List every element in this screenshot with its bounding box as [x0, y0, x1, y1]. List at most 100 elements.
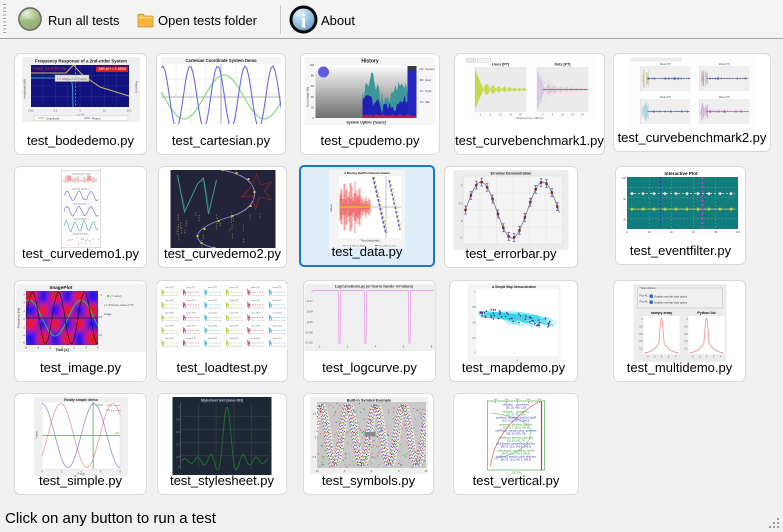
svg-text:Teal (req. Syst...): Teal (req. Syst...) [73, 218, 88, 221]
svg-text:LogCurveDemo.py (or how to han: LogCurveDemo.py (or how to handle -inf v… [334, 285, 412, 289]
svg-text:Lines (PT): Lines (PT) [229, 313, 239, 315]
svg-text:Y-axis: Y-axis [34, 431, 38, 439]
svg-text:10: 10 [102, 109, 106, 113]
svg-text:100: 100 [309, 63, 314, 67]
svg-text:Frequency Response of a 2nd-or: Frequency Response of a 2nd-order System [35, 59, 127, 64]
svg-text:0.01: 0.01 [28, 109, 34, 113]
svg-text:Plot #1: Plot #1 [639, 294, 648, 298]
svg-text:[25, 20, 400, 120]: [25, 20, 400, 120] [506, 406, 526, 410]
svg-text:numpy array: numpy array [650, 311, 672, 315]
svg-text:[64.75, 15.5, 541.5, 545.5]: [64.75, 15.5, 541.5, 545.5] [501, 445, 532, 449]
svg-text:1e-108: 1e-108 [305, 331, 313, 334]
svg-text:3dB at f = 1.5558: 3dB at f = 1.5558 [98, 67, 125, 71]
svg-text:1e-27: 1e-27 [306, 300, 313, 303]
svg-text:Elapsed time: 286 ms: Elapsed time: 286 ms [516, 116, 543, 120]
svg-text:1.0 cos(ω·2.02)+φ(ω): 1.0 cos(ω·2.02)+φ(ω) [56, 77, 87, 81]
svg-text:ImagePlot: ImagePlot [49, 285, 72, 291]
svg-text:Values: Values [329, 203, 333, 211]
svg-text:A Simple Map Demonstration: A Simple Map Demonstration [491, 285, 535, 289]
svg-text:Frequency [Hz]: Frequency [Hz] [16, 308, 20, 329]
svg-text:y = cos(x): y = cos(x) [111, 410, 121, 412]
svg-text:-2: -2 [48, 346, 51, 350]
svg-text:Lines (PT): Lines (PT) [165, 313, 175, 315]
svg-text:[64.75, 15.5, 541.5, 545.5]: [64.75, 15.5, 541.5, 545.5] [501, 458, 532, 462]
svg-text:-1.5: -1.5 [97, 333, 102, 337]
svg-text:Data before Syst...: Data before Syst... [72, 233, 89, 236]
svg-text:0.1: 0.1 [53, 109, 57, 113]
svg-text:i: i [301, 11, 307, 33]
svg-text:Lines (PT): Lines (PT) [165, 338, 175, 340]
svg-text:System: System [425, 67, 436, 71]
svg-text:Lines (PT): Lines (PT) [229, 287, 239, 289]
svg-text:Mode (PT): Mode (PT) [660, 96, 671, 99]
svg-text:Lines (PT): Lines (PT) [229, 300, 239, 302]
svg-text:Lines (PT): Lines (PT) [272, 313, 282, 315]
svg-text:Step (two Syst...): Step (two Syst...) [73, 203, 89, 206]
svg-text:-0.5: -0.5 [311, 455, 316, 459]
svg-text:Lines (PT): Lines (PT) [251, 287, 261, 289]
svg-text:y = 4*sin(x)+noise+x**2: y = 4*sin(x)+noise+x**2 [104, 303, 134, 307]
svg-text:Really simple demo: Really simple demo [64, 398, 98, 402]
svg-text:1e-54: 1e-54 [306, 311, 313, 314]
svg-text:Total: Total [425, 89, 432, 93]
svg-text:y = sin(x): y = sin(x) [111, 405, 120, 407]
svg-text:Lines (PT): Lines (PT) [251, 313, 261, 315]
svg-text:-4: -4 [36, 346, 39, 350]
svg-text:Lines (PT): Lines (PT) [251, 300, 261, 302]
svg-text:0.5: 0.5 [459, 202, 463, 206]
svg-text:60: 60 [311, 84, 315, 88]
svg-text:Phase: Phase [92, 116, 101, 120]
svg-text:40: 40 [311, 95, 315, 99]
svg-text:Lines (PT): Lines (PT) [208, 325, 218, 327]
svg-text:History: History [361, 59, 378, 65]
svg-text:y = sin(x): y = sin(x) [110, 294, 121, 298]
svg-text:Data (two-point step): Data (two-point step) [71, 173, 90, 176]
svg-text:100: 100 [126, 109, 131, 113]
svg-text:Lines [PT]: Lines [PT] [491, 62, 508, 66]
svg-text:Enable new flat style option: Enable new flat style option [654, 294, 687, 298]
svg-text:0.5: 0.5 [312, 412, 316, 416]
svg-text:Lines (PT): Lines (PT) [208, 338, 218, 340]
svg-text:User: User [425, 78, 431, 82]
svg-text:Built-in Symbol Example: Built-in Symbol Example [346, 399, 391, 403]
svg-text:Lines (PT): Lines (PT) [186, 325, 196, 327]
svg-text:-0.5: -0.5 [97, 315, 102, 319]
svg-text:Phase [°]: Phase [°] [134, 81, 138, 93]
svg-text:Amplitude: Amplitude [46, 116, 60, 120]
svg-text:Lines (PT): Lines (PT) [272, 338, 282, 340]
svg-text:Lines (PT): Lines (PT) [251, 338, 261, 340]
svg-text:Idle: Idle [425, 100, 430, 104]
svg-text:Errorbar Demonstration: Errorbar Demonstration [491, 172, 532, 176]
svg-text:Lines (PT): Lines (PT) [186, 300, 196, 302]
svg-text:Lines (PT): Lines (PT) [272, 300, 282, 302]
svg-text:80: 80 [311, 74, 315, 78]
svg-text:-6: -6 [24, 346, 27, 350]
svg-text:1e-135: 1e-135 [305, 341, 313, 344]
svg-text:Lines (PT): Lines (PT) [186, 313, 196, 315]
svg-text:y=0: y=0 [114, 431, 119, 435]
svg-text:Lines (PT): Lines (PT) [229, 325, 239, 327]
svg-text:Mode (PT): Mode (PT) [719, 63, 730, 66]
svg-text:Lines (PT): Lines (PT) [165, 287, 175, 289]
svg-text:[50, 24, 930, 78]: [50, 24, 930, 78] [507, 432, 526, 436]
svg-text:x=3.74: x=3.74 [95, 403, 103, 407]
svg-text:[0.5, 21.5, 387.5, 540.5]: [0.5, 21.5, 387.5, 540.5] [502, 419, 530, 423]
svg-text:System Uptime [hours]: System Uptime [hours] [346, 121, 385, 125]
svg-text:Lines (PT): Lines (PT) [208, 313, 218, 315]
svg-text:Lines (PT): Lines (PT) [186, 287, 196, 289]
svg-text:1e-81: 1e-81 [306, 321, 313, 324]
svg-text:Lines (PT): Lines (PT) [165, 300, 175, 302]
svg-text:Mode (PT): Mode (PT) [719, 96, 730, 99]
svg-text:Lines (PT): Lines (PT) [208, 300, 218, 302]
svg-text:Mode (PT): Mode (PT) [660, 63, 671, 66]
svg-text:Cartesian Coordinate System De: Cartesian Coordinate System Demo [185, 58, 257, 63]
svg-text:Dots [PT]: Dots [PT] [554, 62, 570, 66]
svg-text:Data (req. byte(s) ...): Data (req. byte(s) ...) [71, 188, 90, 191]
svg-text:100: 100 [622, 177, 627, 180]
svg-text:Lines (PT): Lines (PT) [272, 325, 282, 327]
svg-text:Lines (PT): Lines (PT) [186, 338, 196, 340]
svg-text:Lines (PT): Lines (PT) [251, 325, 261, 327]
svg-text:Peak: 33.9794 dB: Peak: 33.9794 dB [33, 66, 67, 71]
svg-text:20: 20 [311, 105, 315, 109]
svg-text:100: 100 [735, 230, 740, 234]
